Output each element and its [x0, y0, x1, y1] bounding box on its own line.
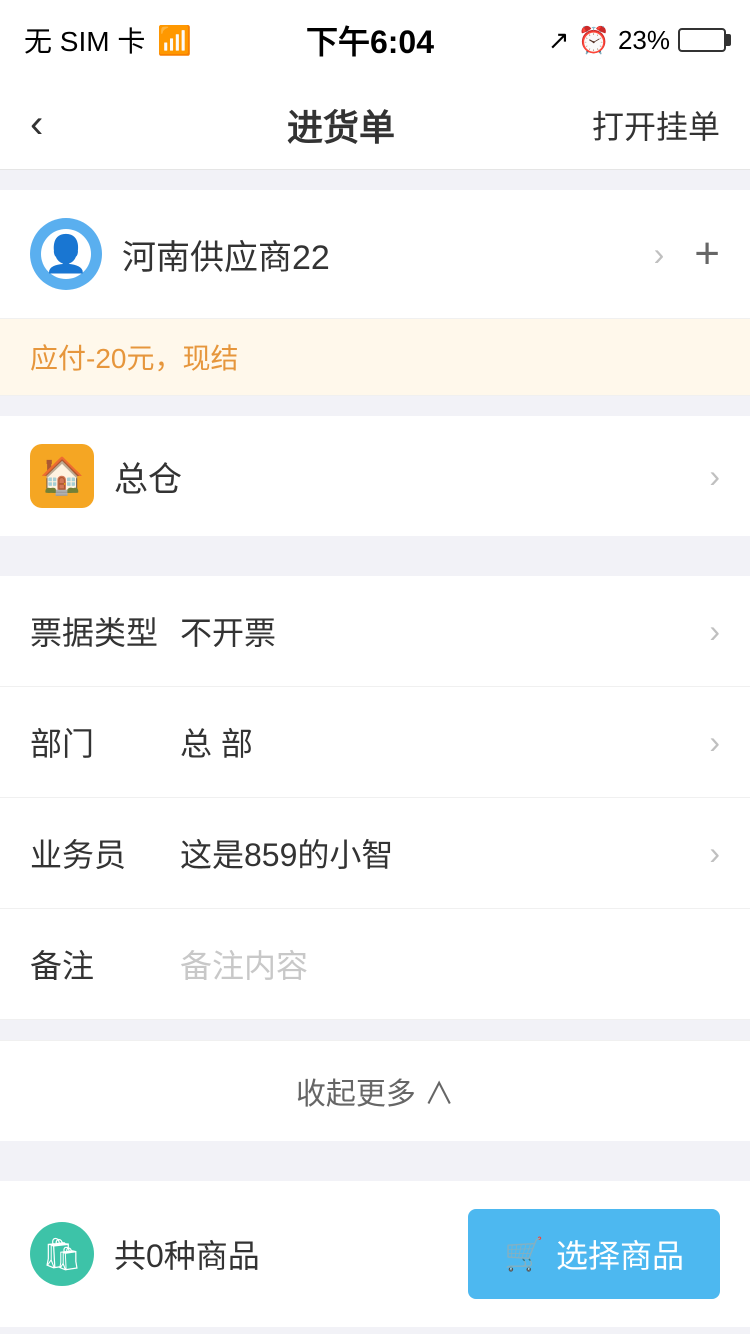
supplier-actions: › +	[654, 232, 720, 276]
alarm-icon: ⏰	[578, 25, 610, 56]
status-left: 无 SIM 卡 📶	[24, 20, 192, 60]
warehouse-icon-symbol: 🏠	[40, 455, 85, 497]
location-icon: ↗	[548, 25, 570, 56]
salesman-label: 业务员	[30, 830, 180, 876]
salesman-row[interactable]: 业务员 这是859的小智 ›	[0, 798, 750, 909]
goods-icon: 🛍	[30, 1222, 94, 1286]
avatar-inner: 👤	[41, 229, 91, 279]
status-bar: 无 SIM 卡 📶 下午6:04 ↗ ⏰ 23%	[0, 0, 750, 80]
carrier-text: 无 SIM 卡	[24, 20, 145, 60]
goods-icon-symbol: 🛍	[42, 1235, 83, 1273]
warehouse-icon: 🏠	[30, 444, 94, 508]
remarks-row[interactable]: 备注 备注内容	[0, 909, 750, 1020]
department-row[interactable]: 部门 总 部 ›	[0, 687, 750, 798]
department-chevron-icon[interactable]: ›	[709, 724, 720, 761]
department-label: 部门	[30, 719, 180, 765]
section-divider-2	[0, 396, 750, 416]
supplier-name: 河南供应商22	[122, 230, 654, 279]
collapse-button[interactable]: 收起更多 ∧	[296, 1069, 454, 1113]
wifi-icon: 📶	[157, 24, 192, 57]
collapse-text: 收起更多 ∧	[296, 1069, 454, 1113]
remarks-label: 备注	[30, 941, 180, 987]
status-right: ↗ ⏰ 23%	[548, 25, 726, 56]
invoice-chevron-icon[interactable]: ›	[709, 613, 720, 650]
add-supplier-button[interactable]: +	[694, 232, 720, 276]
salesman-value: 这是859的小智	[180, 830, 709, 876]
page-title: 进货单	[287, 99, 395, 151]
person-icon: 👤	[44, 233, 89, 275]
goods-section: 🛍 共0种商品 🛒 选择商品	[0, 1181, 750, 1327]
warehouse-row[interactable]: 🏠 总仓 ›	[0, 416, 750, 536]
collapse-section: 收起更多 ∧	[0, 1040, 750, 1141]
warehouse-name: 总仓	[114, 452, 709, 501]
warehouse-section: 🏠 总仓 ›	[0, 416, 750, 536]
info-banner-text: 应付-20元，现结	[30, 343, 238, 374]
invoice-value: 不开票	[180, 608, 709, 654]
select-goods-button[interactable]: 🛒 选择商品	[468, 1209, 720, 1299]
open-pending-button[interactable]: 打开挂单	[592, 102, 720, 148]
select-goods-label: 选择商品	[556, 1231, 684, 1277]
invoice-row[interactable]: 票据类型 不开票 ›	[0, 576, 750, 687]
salesman-chevron-icon[interactable]: ›	[709, 835, 720, 872]
back-button[interactable]: ‹	[30, 102, 90, 147]
remarks-input[interactable]: 备注内容	[180, 941, 720, 987]
supplier-avatar: 👤	[30, 218, 102, 290]
department-value: 总 部	[180, 719, 709, 765]
supplier-chevron-icon[interactable]: ›	[654, 236, 665, 273]
info-banner: 应付-20元，现结	[0, 319, 750, 396]
goods-count: 共0种商品	[114, 1231, 468, 1277]
supplier-row[interactable]: 👤 河南供应商22 › +	[0, 190, 750, 319]
status-time: 下午6:04	[306, 17, 434, 63]
battery-icon	[678, 28, 726, 52]
form-section: 票据类型 不开票 › 部门 总 部 › 业务员 这是859的小智 › 备注 备注…	[0, 576, 750, 1020]
battery-percentage: 23%	[618, 25, 670, 56]
section-divider-3	[0, 536, 750, 556]
warehouse-chevron-icon[interactable]: ›	[709, 458, 720, 495]
invoice-label: 票据类型	[30, 608, 180, 654]
cart-icon: 🛒	[504, 1235, 544, 1273]
supplier-section: 👤 河南供应商22 › + 应付-20元，现结	[0, 190, 750, 396]
section-divider-1	[0, 170, 750, 190]
section-divider-4	[0, 1141, 750, 1161]
nav-bar: ‹ 进货单 打开挂单	[0, 80, 750, 170]
